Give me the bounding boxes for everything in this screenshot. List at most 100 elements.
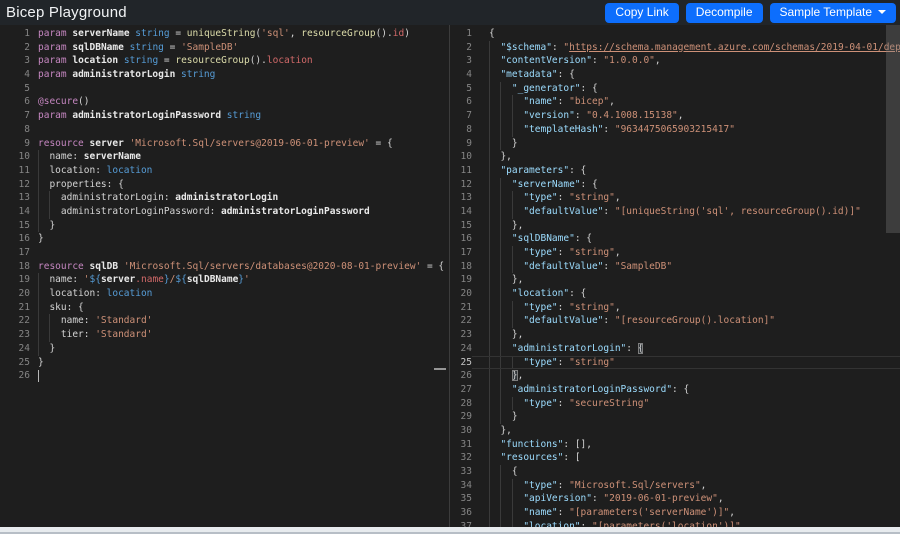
code-line[interactable]: 9resource server 'Microsoft.Sql/servers@… xyxy=(0,137,449,151)
code-line[interactable]: 15 } xyxy=(0,219,449,233)
line-number[interactable]: 22 xyxy=(450,314,472,328)
code-line[interactable]: 3param location string = resourceGroup()… xyxy=(0,54,449,68)
line-number[interactable]: 15 xyxy=(450,219,472,233)
code-line[interactable]: 4 "metadata": { xyxy=(450,68,900,82)
code-line[interactable]: 29 } xyxy=(450,410,900,424)
code-line[interactable]: 24 "administratorLogin": { xyxy=(450,342,900,356)
line-number[interactable]: 25 xyxy=(0,356,30,370)
line-number[interactable]: 19 xyxy=(0,273,30,287)
line-number[interactable]: 23 xyxy=(0,328,30,342)
code-line[interactable]: 12 "serverName": { xyxy=(450,178,900,192)
code-line[interactable]: 14 administratorLoginPassword: administr… xyxy=(0,205,449,219)
vertical-scrollbar-thumb[interactable] xyxy=(886,25,900,233)
line-number[interactable]: 24 xyxy=(0,342,30,356)
line-number[interactable]: 16 xyxy=(450,232,472,246)
code-line[interactable]: 16} xyxy=(0,232,449,246)
line-number[interactable]: 16 xyxy=(0,232,30,246)
code-line[interactable]: 18resource sqlDB 'Microsoft.Sql/servers/… xyxy=(0,260,449,274)
code-line[interactable]: 14 "defaultValue": "[uniqueString('sql',… xyxy=(450,205,900,219)
code-line[interactable]: 4param administratorLogin string xyxy=(0,68,449,82)
sample-template-button[interactable]: Sample Template xyxy=(770,3,897,23)
line-number[interactable]: 1 xyxy=(450,27,472,41)
code-line[interactable]: 2param sqlDBName string = 'SampleDB' xyxy=(0,41,449,55)
code-line[interactable]: 27 "administratorLoginPassword": { xyxy=(450,383,900,397)
code-line[interactable]: 26 }, xyxy=(450,369,900,383)
line-number[interactable]: 13 xyxy=(0,191,30,205)
line-number[interactable]: 8 xyxy=(450,123,472,137)
code-line[interactable]: 10 name: serverName xyxy=(0,150,449,164)
line-number[interactable]: 28 xyxy=(450,397,472,411)
code-line[interactable]: 13 administratorLogin: administratorLogi… xyxy=(0,191,449,205)
line-number[interactable]: 5 xyxy=(0,82,30,96)
line-number[interactable]: 7 xyxy=(0,109,30,123)
line-number[interactable]: 15 xyxy=(0,219,30,233)
code-line[interactable]: 25 "type": "string" xyxy=(450,356,900,370)
code-line[interactable]: 11 "parameters": { xyxy=(450,164,900,178)
line-number[interactable]: 9 xyxy=(450,137,472,151)
code-line[interactable]: 6@secure() xyxy=(0,95,449,109)
code-line[interactable]: 23 }, xyxy=(450,328,900,342)
line-number[interactable]: 4 xyxy=(450,68,472,82)
line-number[interactable]: 3 xyxy=(0,54,30,68)
code-line[interactable]: 25} xyxy=(0,356,449,370)
line-number[interactable]: 13 xyxy=(450,191,472,205)
line-number[interactable]: 18 xyxy=(0,260,30,274)
code-line[interactable]: 21 "type": "string", xyxy=(450,301,900,315)
code-line[interactable]: 11 location: location xyxy=(0,164,449,178)
code-line[interactable]: 7 "version": "0.4.1008.15138", xyxy=(450,109,900,123)
line-number[interactable]: 26 xyxy=(450,369,472,383)
code-line[interactable]: 1param serverName string = uniqueString(… xyxy=(0,27,449,41)
code-line[interactable]: 23 tier: 'Standard' xyxy=(0,328,449,342)
line-number[interactable]: 9 xyxy=(0,137,30,151)
code-line[interactable]: 5 "_generator": { xyxy=(450,82,900,96)
line-number[interactable]: 2 xyxy=(0,41,30,55)
line-number[interactable]: 6 xyxy=(0,95,30,109)
code-line[interactable]: 8 "templateHash": "9634475065903215417" xyxy=(450,123,900,137)
code-line[interactable]: 15 }, xyxy=(450,219,900,233)
code-line[interactable]: 24 } xyxy=(0,342,449,356)
line-number[interactable]: 12 xyxy=(0,178,30,192)
line-number[interactable]: 20 xyxy=(450,287,472,301)
code-line[interactable]: 10 }, xyxy=(450,150,900,164)
code-line[interactable]: 30 }, xyxy=(450,424,900,438)
code-line[interactable]: 6 "name": "bicep", xyxy=(450,95,900,109)
code-line[interactable]: 34 "type": "Microsoft.Sql/servers", xyxy=(450,479,900,493)
bicep-code-editor[interactable]: 1param serverName string = uniqueString(… xyxy=(0,25,449,527)
line-number[interactable]: 23 xyxy=(450,328,472,342)
line-number[interactable]: 18 xyxy=(450,260,472,274)
code-line[interactable]: 17 xyxy=(0,246,449,260)
code-line[interactable]: 36 "name": "[parameters('serverName')]", xyxy=(450,506,900,520)
code-line[interactable]: 5 xyxy=(0,82,449,96)
code-line[interactable]: 8 xyxy=(0,123,449,137)
code-line[interactable]: 13 "type": "string", xyxy=(450,191,900,205)
line-number[interactable]: 25 xyxy=(450,356,472,370)
line-number[interactable]: 3 xyxy=(450,54,472,68)
code-line[interactable]: 19 name: '${server.name}/${sqlDBName}' xyxy=(0,273,449,287)
line-number[interactable]: 33 xyxy=(450,465,472,479)
code-line[interactable]: 2 "$schema": "https://schema.management.… xyxy=(450,41,900,55)
line-number[interactable]: 24 xyxy=(450,342,472,356)
code-line[interactable]: 26 xyxy=(0,369,449,383)
code-line[interactable]: 31 "functions": [], xyxy=(450,438,900,452)
code-line[interactable]: 22 name: 'Standard' xyxy=(0,314,449,328)
line-number[interactable]: 29 xyxy=(450,410,472,424)
line-number[interactable]: 35 xyxy=(450,492,472,506)
code-line[interactable]: 37 "location": "[parameters('location')]… xyxy=(450,520,900,527)
line-number[interactable]: 31 xyxy=(450,438,472,452)
line-number[interactable]: 14 xyxy=(0,205,30,219)
json-output-editor[interactable]: 1{2 "$schema": "https://schema.managemen… xyxy=(450,25,900,527)
copy-link-button[interactable]: Copy Link xyxy=(605,3,678,23)
line-number[interactable]: 21 xyxy=(450,301,472,315)
code-line[interactable]: 32 "resources": [ xyxy=(450,451,900,465)
line-number[interactable]: 19 xyxy=(450,273,472,287)
code-line[interactable]: 19 }, xyxy=(450,273,900,287)
line-number[interactable]: 1 xyxy=(0,27,30,41)
line-number[interactable]: 7 xyxy=(450,109,472,123)
line-number[interactable]: 20 xyxy=(0,287,30,301)
line-number[interactable]: 21 xyxy=(0,301,30,315)
line-number[interactable]: 27 xyxy=(450,383,472,397)
line-number[interactable]: 6 xyxy=(450,95,472,109)
code-line[interactable]: 20 "location": { xyxy=(450,287,900,301)
line-number[interactable]: 37 xyxy=(450,520,472,527)
line-number[interactable]: 4 xyxy=(0,68,30,82)
